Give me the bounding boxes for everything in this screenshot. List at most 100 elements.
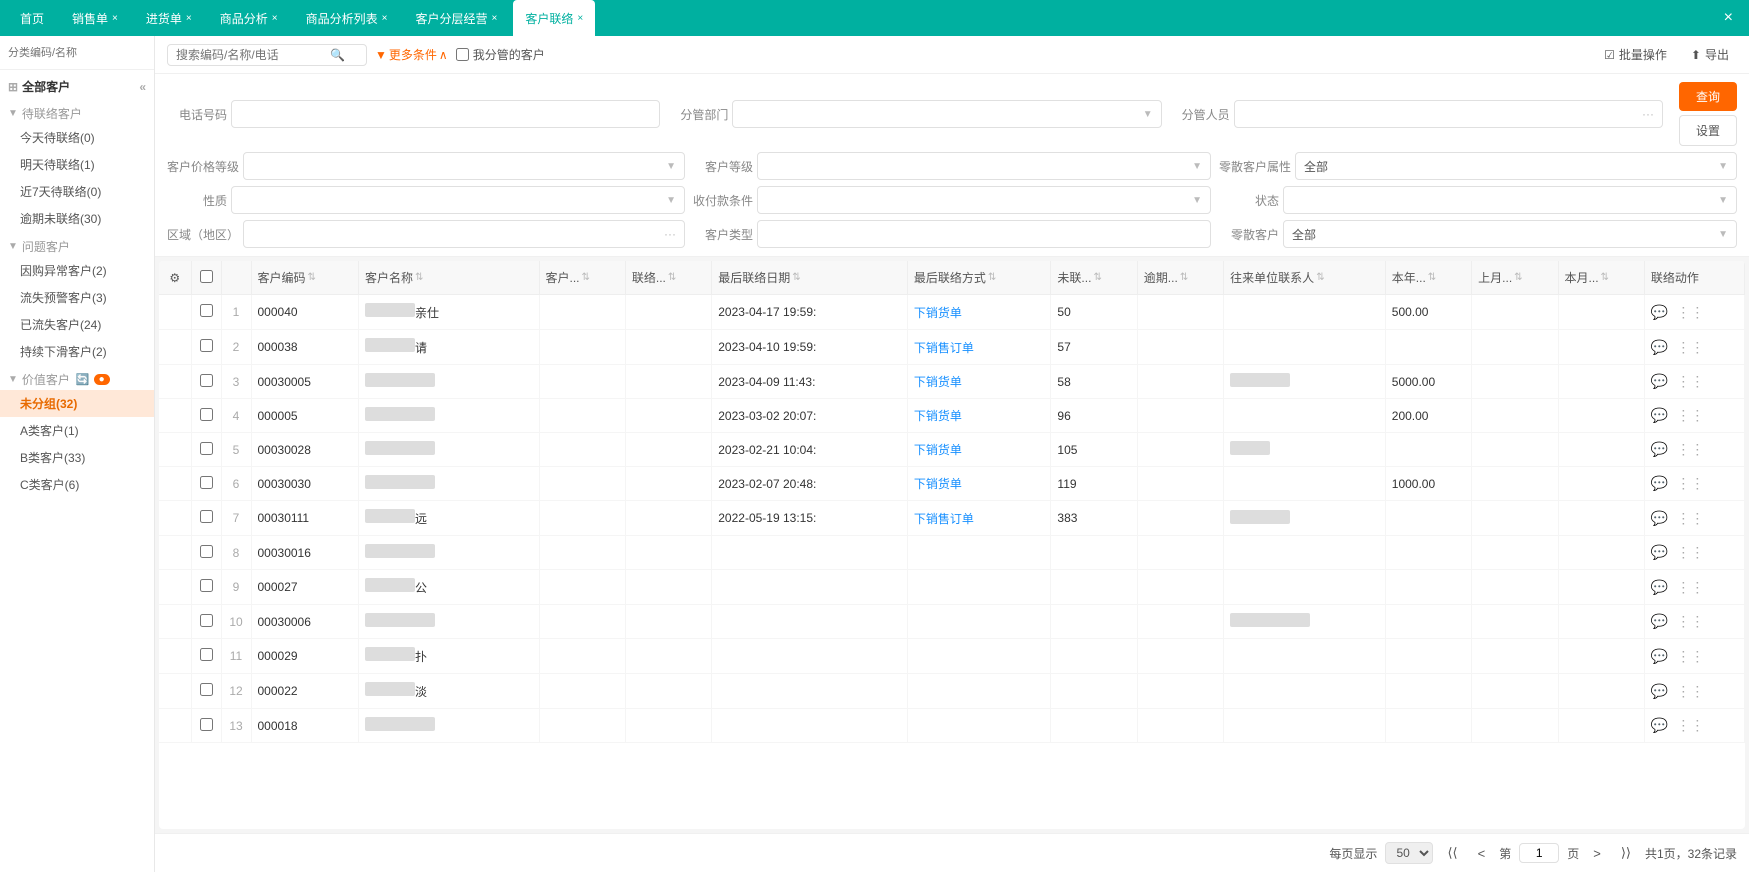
checkbox-cell[interactable] [191,536,221,570]
last-contact-way-col-header[interactable]: 最后联络方式⇅ [907,261,1051,295]
more-icon[interactable]: ⋮⋮ [1676,339,1704,356]
last-contact-way[interactable]: 下销售订单 [907,330,1051,365]
more-icon[interactable]: ⋮⋮ [1676,373,1704,390]
row-checkbox[interactable] [200,545,213,558]
this-month-col-header[interactable]: 本月...⇅ [1558,261,1644,295]
action-cell[interactable]: 💬 ⋮⋮ [1644,709,1744,743]
last-contact-way[interactable]: 下销货单 [907,365,1051,399]
name-col-header[interactable]: 客户名称⇅ [358,261,539,295]
payment-input[interactable]: ▼ [757,186,1211,214]
last-contact-way[interactable] [907,709,1051,743]
type-col-header[interactable]: 客户...⇅ [539,261,625,295]
sidebar-item-declining[interactable]: 持续下滑客户(2) [0,338,154,365]
chat-icon[interactable]: 💬 [1651,339,1668,356]
area-input[interactable]: ··· [243,220,685,248]
sidebar-item-class-c[interactable]: C类客户(6) [0,471,154,498]
row-checkbox[interactable] [200,442,213,455]
more-icon[interactable]: ⋮⋮ [1676,683,1704,700]
row-checkbox[interactable] [200,304,213,317]
action-cell[interactable]: 💬 ⋮⋮ [1644,295,1744,330]
nav-home[interactable]: 首页 [8,0,56,36]
checkbox-cell[interactable] [191,399,221,433]
sidebar-item-class-b[interactable]: B类客户(33) [0,444,154,471]
close-icon[interactable]: × [186,13,192,24]
row-checkbox[interactable] [200,614,213,627]
chat-icon[interactable]: 💬 [1651,544,1668,561]
chat-icon[interactable]: 💬 [1651,475,1668,492]
row-checkbox[interactable] [200,579,213,592]
close-icon[interactable]: × [491,13,497,24]
last-contact-way[interactable]: 下销货单 [907,467,1051,501]
sidebar-item-abnormal[interactable]: 因购异常客户(2) [0,257,154,284]
checkbox-cell[interactable] [191,501,221,536]
reset-button[interactable]: 设置 [1679,115,1737,146]
select-all-checkbox[interactable] [200,270,213,283]
more-icon[interactable]: ⋮⋮ [1676,717,1704,734]
more-icon[interactable]: ⋮⋮ [1676,579,1704,596]
close-all-button[interactable]: × [1716,9,1741,27]
more-icon[interactable]: ⋮⋮ [1676,475,1704,492]
more-conditions-button[interactable]: ▼ 更多条件 ∧ [375,46,448,63]
chat-icon[interactable]: 💬 [1651,441,1668,458]
more-icon[interactable]: ⋮⋮ [1676,648,1704,665]
chat-icon[interactable]: 💬 [1651,304,1668,321]
more-icon[interactable]: ⋮⋮ [1676,613,1704,630]
row-checkbox[interactable] [200,683,213,696]
page-size-select[interactable]: 50 [1385,842,1433,864]
action-cell[interactable]: 💬 ⋮⋮ [1644,570,1744,605]
last-contact-way[interactable]: 下销售订单 [907,501,1051,536]
nav-customer-contact[interactable]: 客户联络 × [513,0,595,36]
nav-sales-order[interactable]: 销售单 × [60,0,130,36]
sidebar-item-churned[interactable]: 已流失客户(24) [0,311,154,338]
chat-icon[interactable]: 💬 [1651,683,1668,700]
chat-icon[interactable]: 💬 [1651,717,1668,734]
code-col-header[interactable]: 客户编码⇅ [251,261,358,295]
checkbox-cell[interactable] [191,639,221,674]
prev-page-button[interactable]: < [1472,844,1492,863]
action-cell[interactable]: 💬 ⋮⋮ [1644,467,1744,501]
row-checkbox[interactable] [200,718,213,731]
sidebar-item-today-pending[interactable]: 今天待联络(0) [0,124,154,151]
chat-icon[interactable]: 💬 [1651,407,1668,424]
last-contact-way[interactable] [907,570,1051,605]
gear-icon[interactable]: ⚙ [169,271,180,285]
sidebar-item-class-a[interactable]: A类客户(1) [0,417,154,444]
last-contact-way[interactable]: 下销货单 [907,433,1051,467]
more-icon[interactable]: ⋮⋮ [1676,304,1704,321]
checkbox-cell[interactable] [191,605,221,639]
row-checkbox[interactable] [200,648,213,661]
last-contact-way[interactable] [907,639,1051,674]
checkbox-cell[interactable] [191,674,221,709]
last-contact-way[interactable] [907,674,1051,709]
next-page-button[interactable]: > [1587,844,1607,863]
gender-input[interactable]: ▼ [231,186,685,214]
all-customers-header[interactable]: ⊞ 全部客户 « [0,70,154,99]
this-year-col-header[interactable]: 本年...⇅ [1385,261,1471,295]
action-cell[interactable]: 💬 ⋮⋮ [1644,365,1744,399]
last-contact-way[interactable]: 下销货单 [907,295,1051,330]
row-checkbox[interactable] [200,339,213,352]
checkbox-cell[interactable] [191,365,221,399]
customer-level-input[interactable]: ▼ [757,152,1211,180]
close-icon[interactable]: × [382,13,388,24]
page-number-input[interactable] [1519,843,1559,863]
search-input[interactable] [176,48,326,62]
action-cell[interactable]: 💬 ⋮⋮ [1644,501,1744,536]
more-icon[interactable]: ⋮⋮ [1676,407,1704,424]
uncontacted-col-header[interactable]: 未联...⇅ [1051,261,1137,295]
status-input[interactable]: ▼ [1283,186,1737,214]
close-icon[interactable]: × [112,13,118,24]
last-contact-date-col-header[interactable]: 最后联络日期⇅ [712,261,908,295]
last-month-col-header[interactable]: 上月...⇅ [1472,261,1558,295]
sidebar-item-unclassified[interactable]: 未分组(32) [0,390,154,417]
chat-icon[interactable]: 💬 [1651,613,1668,630]
checkbox-cell[interactable] [191,709,221,743]
contact-col-header[interactable]: 联络...⇅ [625,261,711,295]
more-icon[interactable]: ⋮⋮ [1676,544,1704,561]
manager-input[interactable]: ··· [1234,100,1663,128]
checkbox-cell[interactable] [191,433,221,467]
my-customers-checkbox[interactable]: 我分管的客户 [456,46,545,63]
unit-contact-col-header[interactable]: 往来单位联系人⇅ [1224,261,1386,295]
retail-customer-input[interactable]: 全部 ▼ [1283,220,1737,248]
refresh-icon[interactable]: 🔄 [76,373,90,386]
